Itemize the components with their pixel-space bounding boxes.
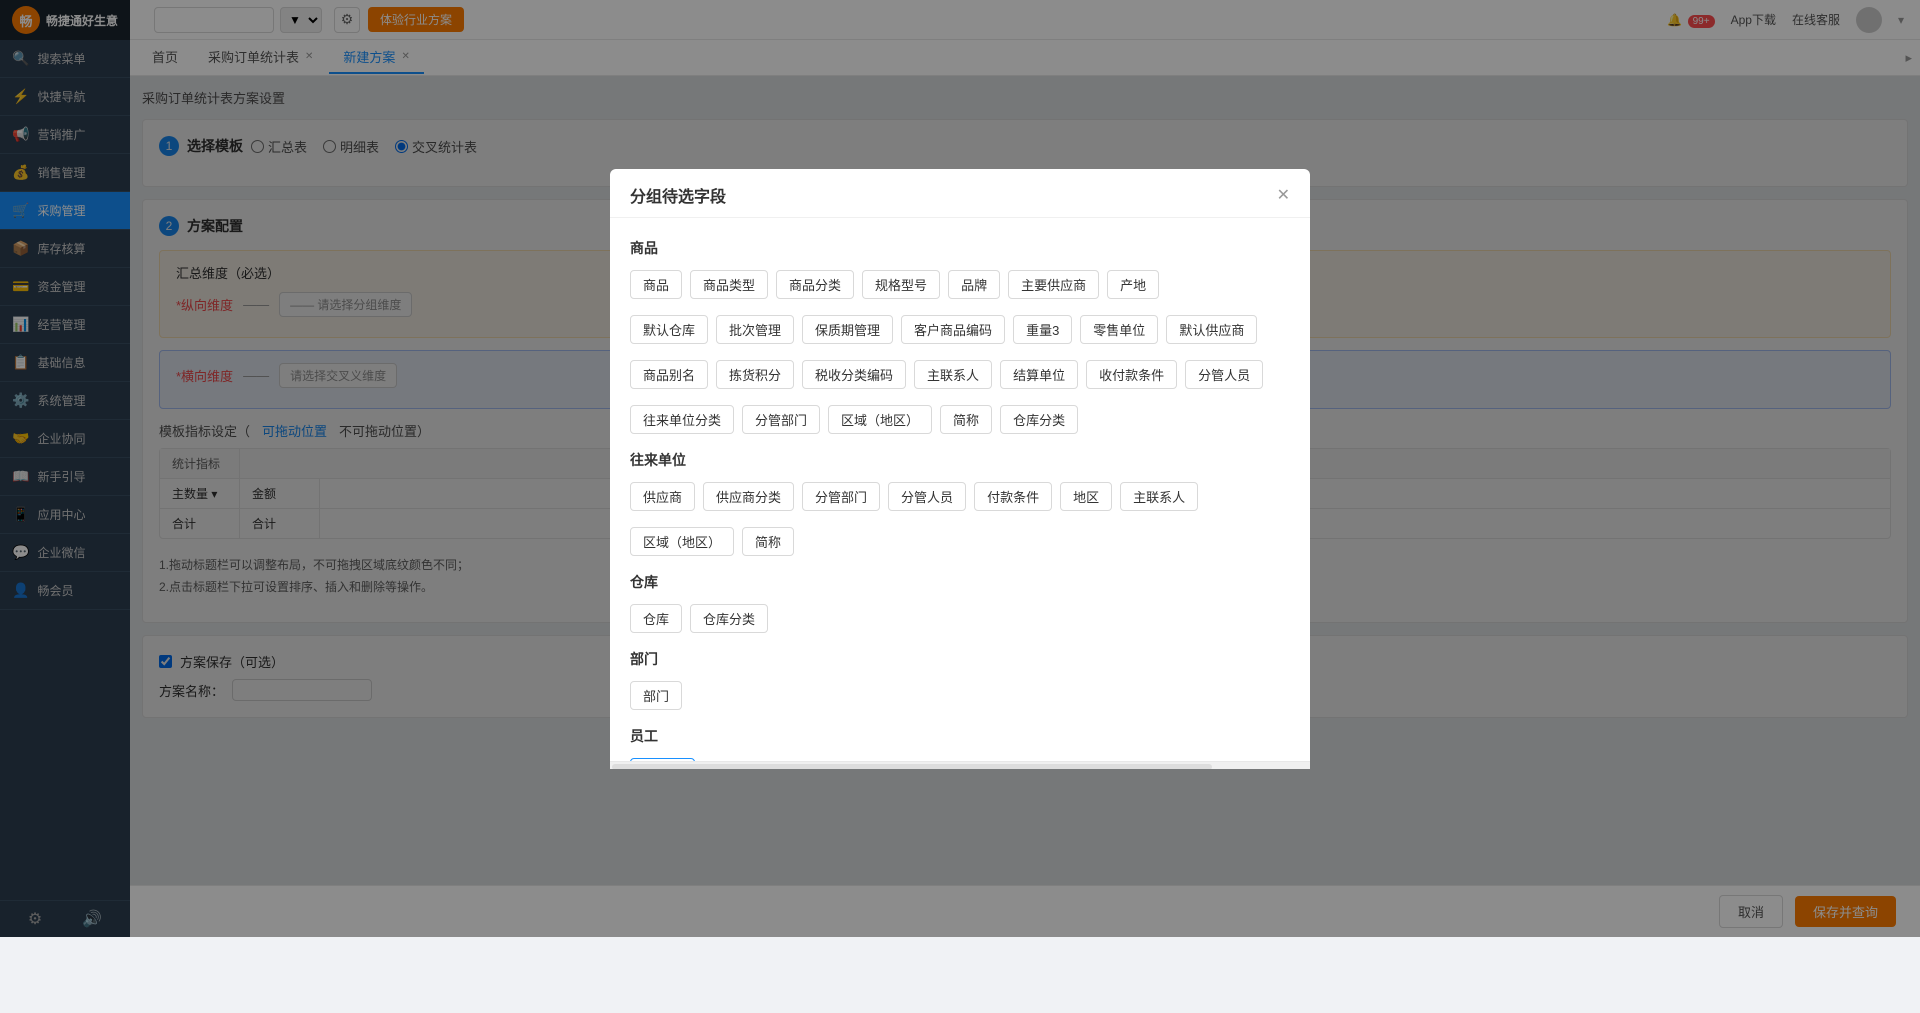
field-retail-unit[interactable]: 零售单位	[1080, 315, 1158, 344]
field-wh-cat[interactable]: 仓库分类	[690, 604, 768, 633]
field-weight3[interactable]: 重量3	[1013, 315, 1072, 344]
section-dept-fields: 部门	[630, 681, 1290, 710]
field-supplier-cat[interactable]: 供应商分类	[703, 482, 794, 511]
field-goods-type[interactable]: 商品类型	[690, 270, 768, 299]
field-short-name2[interactable]: 简称	[742, 527, 794, 556]
field-goods-alias[interactable]: 商品别名	[630, 360, 708, 389]
section-goods-fields3: 商品别名 拣货积分 税收分类编码 主联系人 结算单位 收付款条件 分管人员	[630, 360, 1290, 389]
section-partner-fields: 供应商 供应商分类 分管部门 分管人员 付款条件 地区 主联系人	[630, 482, 1290, 511]
field-from-unit-cat[interactable]: 往来单位分类	[630, 405, 734, 434]
modal-title: 分组待选字段	[630, 183, 726, 207]
field-goods-category[interactable]: 商品分类	[776, 270, 854, 299]
field-warehouse-cat[interactable]: 仓库分类	[1000, 405, 1078, 434]
field-goods[interactable]: 商品	[630, 270, 682, 299]
modal-body: 商品 商品 商品类型 商品分类 规格型号 品牌 主要供应商 产地 默认仓库 批次…	[610, 218, 1310, 761]
field-contact[interactable]: 主联系人	[1120, 482, 1198, 511]
section-goods-fields2: 默认仓库 批次管理 保质期管理 客户商品编码 重量3 零售单位 默认供应商	[630, 315, 1290, 344]
section-goods-fields: 商品 商品类型 商品分类 规格型号 品牌 主要供应商 产地	[630, 270, 1290, 299]
section-goods-title: 商品	[630, 238, 1290, 258]
field-short-name[interactable]: 简称	[940, 405, 992, 434]
field-main-contact[interactable]: 主联系人	[914, 360, 992, 389]
field-payment-terms[interactable]: 收付款条件	[1086, 360, 1177, 389]
field-main-supplier[interactable]: 主要供应商	[1008, 270, 1099, 299]
field-brand[interactable]: 品牌	[948, 270, 1000, 299]
modal-close-button[interactable]: ✕	[1277, 185, 1290, 205]
field-dept[interactable]: 分管部门	[802, 482, 880, 511]
section-partner-fields2: 区域（地区） 简称	[630, 527, 1290, 556]
section-goods-fields4: 往来单位分类 分管部门 区域（地区） 简称 仓库分类	[630, 405, 1290, 434]
field-spec-type[interactable]: 规格型号	[862, 270, 940, 299]
field-origin[interactable]: 产地	[1107, 270, 1159, 299]
modal-horizontal-scrollbar[interactable]	[610, 761, 1310, 769]
modal-dialog: 分组待选字段 ✕ 商品 商品 商品类型 商品分类 规格型号 品牌 主要供应商 产…	[610, 169, 1310, 769]
field-settlement-unit[interactable]: 结算单位	[1000, 360, 1078, 389]
field-manager[interactable]: 分管人员	[1185, 360, 1263, 389]
field-default-supplier[interactable]: 默认供应商	[1166, 315, 1257, 344]
section-partner-title: 往来单位	[630, 450, 1290, 470]
field-customer-code[interactable]: 客户商品编码	[901, 315, 1005, 344]
field-dep[interactable]: 部门	[630, 681, 682, 710]
field-supplier[interactable]: 供应商	[630, 482, 695, 511]
section-warehouse-title: 仓库	[630, 572, 1290, 592]
field-tax-code[interactable]: 税收分类编码	[802, 360, 906, 389]
field-quality-mgmt[interactable]: 保质期管理	[802, 315, 893, 344]
field-dept-managed[interactable]: 分管部门	[742, 405, 820, 434]
section-employee-title: 员工	[630, 726, 1290, 746]
field-area[interactable]: 地区	[1060, 482, 1112, 511]
field-batch-mgmt[interactable]: 批次管理	[716, 315, 794, 344]
field-region[interactable]: 区域（地区）	[828, 405, 932, 434]
modal-overlay[interactable]: 分组待选字段 ✕ 商品 商品 商品类型 商品分类 规格型号 品牌 主要供应商 产…	[0, 0, 1920, 937]
modal-hscroll-thumb	[612, 764, 1212, 769]
field-region2[interactable]: 区域（地区）	[630, 527, 734, 556]
field-payment-cond[interactable]: 付款条件	[974, 482, 1052, 511]
modal-header: 分组待选字段 ✕	[610, 169, 1310, 218]
section-warehouse-fields: 仓库 仓库分类	[630, 604, 1290, 633]
field-staff[interactable]: 分管人员	[888, 482, 966, 511]
field-pickup-points[interactable]: 拣货积分	[716, 360, 794, 389]
field-default-warehouse[interactable]: 默认仓库	[630, 315, 708, 344]
field-wh[interactable]: 仓库	[630, 604, 682, 633]
section-dept-title: 部门	[630, 649, 1290, 669]
